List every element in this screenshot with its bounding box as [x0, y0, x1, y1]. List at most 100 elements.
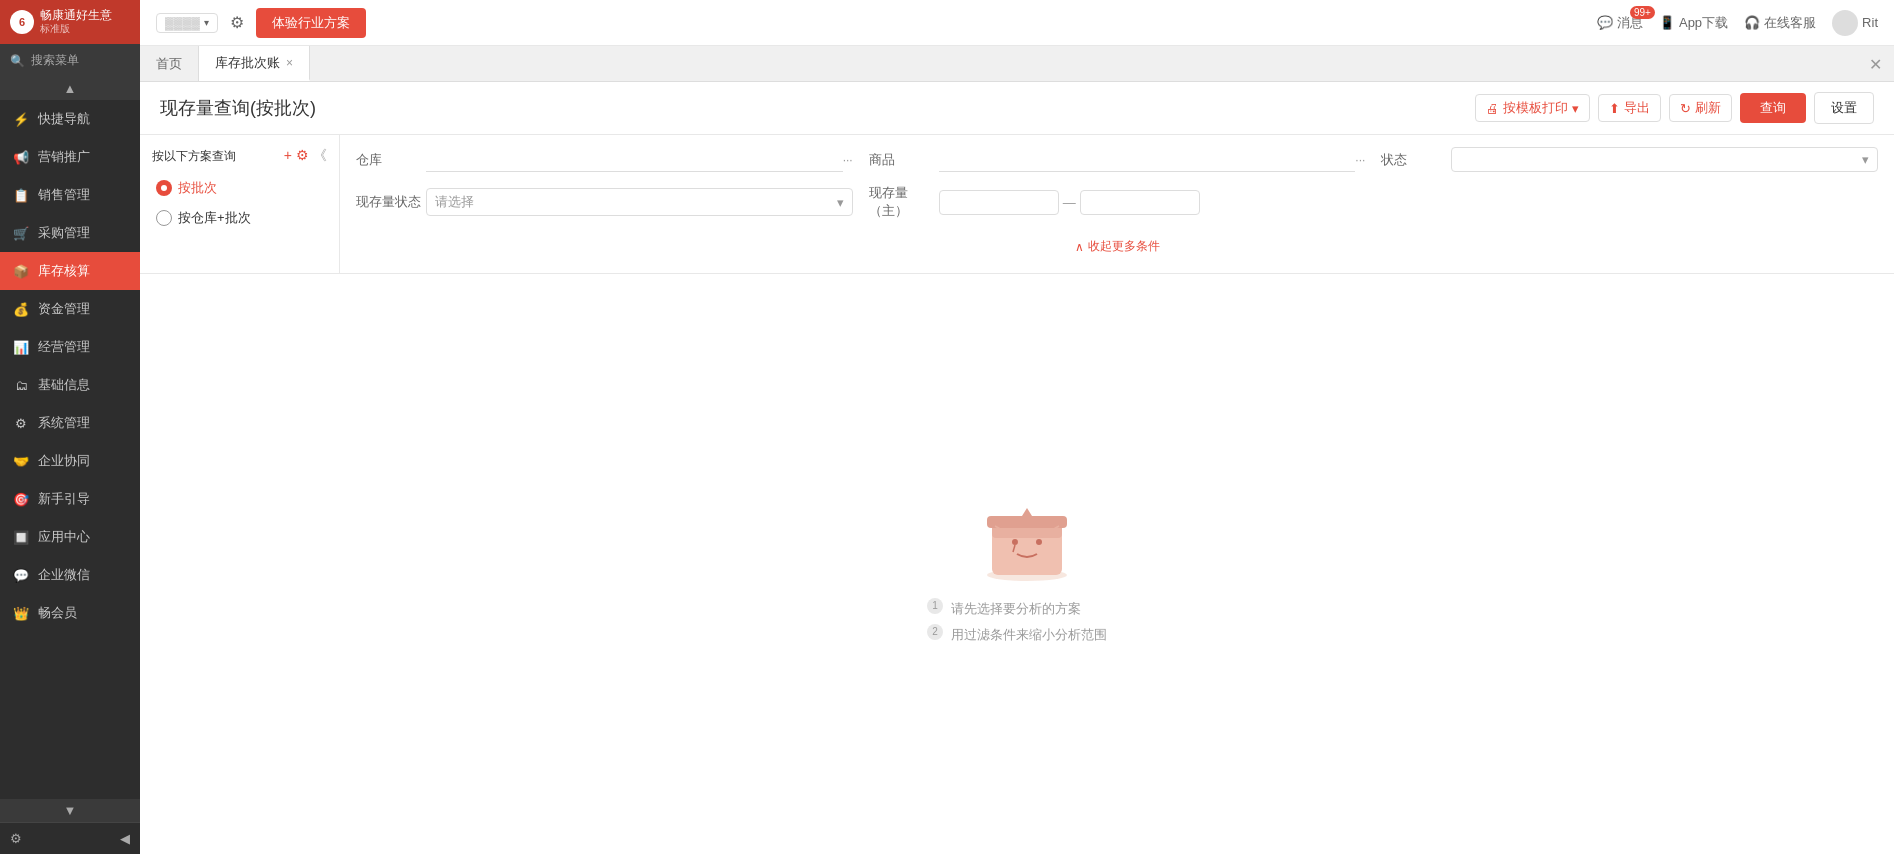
sidebar-logo: 6 [10, 10, 34, 34]
enterprise-collab-icon: 🤝 [12, 452, 30, 470]
settings-scheme-icon[interactable]: ⚙ [296, 147, 309, 165]
sidebar-footer: ⚙ ◀ [0, 822, 140, 854]
sidebar-item-label: 快捷导航 [38, 110, 90, 128]
trial-btn[interactable]: 体验行业方案 [256, 8, 366, 38]
scheme-by-batch[interactable]: 按批次 [152, 173, 327, 203]
query-btn[interactable]: 查询 [1740, 93, 1806, 123]
print-template-btn[interactable]: 🖨 按模板打印 ▾ [1475, 94, 1590, 122]
chevron-down-icon: ▾ [204, 17, 209, 28]
inventory-status-select[interactable]: 请选择 ▾ [426, 188, 853, 216]
topbar-left: ▓▓▓▓ ▾ ⚙ 体验行业方案 [156, 8, 366, 38]
scheme-panel: 按以下方案查询 + ⚙ 《 按批次 按仓库+批次 [140, 135, 340, 273]
svg-point-4 [1012, 539, 1018, 545]
search-menu[interactable]: 🔍 搜索菜单 [0, 44, 140, 77]
scroll-up-button[interactable]: ▲ [0, 77, 140, 100]
search-icon: 🔍 [10, 54, 25, 68]
system-icon: ⚙ [12, 414, 30, 432]
inventory-status-label: 现存量状态 [356, 193, 426, 211]
app-center-icon: 🔲 [12, 528, 30, 546]
message-badge[interactable]: 💬 消息 99+ [1597, 14, 1643, 32]
product-field: 商品 ··· [869, 148, 1366, 172]
collapse-scheme-btn[interactable]: 《 [313, 147, 327, 165]
sidebar-item-quick-nav[interactable]: ⚡ 快捷导航 [0, 100, 140, 138]
topbar: ▓▓▓▓ ▾ ⚙ 体验行业方案 💬 消息 99+ 📱 App下载 🎧 在线客服 [140, 0, 1894, 46]
warehouse-more-icon[interactable]: ··· [843, 153, 853, 167]
scheme-by-warehouse-batch[interactable]: 按仓库+批次 [152, 203, 327, 233]
sidebar-item-label: 系统管理 [38, 414, 90, 432]
status-label: 状态 [1381, 151, 1451, 169]
product-input[interactable] [939, 148, 1356, 172]
chevron-down-icon: ▾ [1572, 101, 1579, 116]
topbar-gear-icon[interactable]: ⚙ [230, 13, 244, 32]
warehouse-field: 仓库 ··· [356, 148, 853, 172]
app-download-btn[interactable]: 📱 App下载 [1659, 14, 1728, 32]
warehouse-input[interactable] [426, 148, 843, 172]
company-select[interactable]: ▓▓▓▓ ▾ [156, 13, 218, 33]
sidebar-item-sales[interactable]: 📋 销售管理 [0, 176, 140, 214]
sidebar-item-purchase[interactable]: 🛒 采购管理 [0, 214, 140, 252]
search-label: 搜索菜单 [31, 52, 79, 69]
export-btn[interactable]: ⬆ 导出 [1598, 94, 1661, 122]
quantity-label: 现存量（主） [869, 184, 939, 220]
scroll-down-button[interactable]: ▼ [0, 799, 140, 822]
user-area[interactable]: Rit [1832, 10, 1878, 36]
status-select[interactable]: ▾ [1451, 147, 1878, 172]
sidebar-item-newbie[interactable]: 🎯 新手引导 [0, 480, 140, 518]
sidebar-item-label: 应用中心 [38, 528, 90, 546]
sidebar-item-enterprise-collab[interactable]: 🤝 企业协同 [0, 442, 140, 480]
sidebar-item-marketing[interactable]: 📢 营销推广 [0, 138, 140, 176]
sidebar-item-label: 采购管理 [38, 224, 90, 242]
add-scheme-icon[interactable]: + [284, 147, 292, 165]
basic-info-icon: 🗂 [12, 376, 30, 394]
sidebar-item-operations[interactable]: 📊 经营管理 [0, 328, 140, 366]
sidebar-item-label: 销售管理 [38, 186, 90, 204]
chevron-down-icon: ▾ [1862, 152, 1869, 167]
product-more-icon[interactable]: ··· [1355, 153, 1365, 167]
operations-icon: 📊 [12, 338, 30, 356]
sidebar-item-label: 新手引导 [38, 490, 90, 508]
tab-close-icon[interactable]: × [286, 56, 293, 70]
sidebar-item-label: 畅会员 [38, 604, 77, 622]
settings-btn[interactable]: 设置 [1814, 92, 1874, 124]
footer-settings-icon[interactable]: ⚙ [10, 831, 22, 846]
main-area: ▓▓▓▓ ▾ ⚙ 体验行业方案 💬 消息 99+ 📱 App下载 🎧 在线客服 [140, 0, 1894, 854]
tab-inventory-batch[interactable]: 库存批次账 × [199, 46, 310, 81]
collapse-more-btn[interactable]: ∧ 收起更多条件 [356, 232, 1878, 261]
panel-close-icon[interactable]: ✕ [1869, 54, 1882, 73]
avatar [1832, 10, 1858, 36]
message-icon: 💬 [1597, 15, 1613, 30]
scheme-title: 按以下方案查询 + ⚙ 《 [152, 147, 327, 165]
quantity-from-input[interactable] [939, 190, 1059, 215]
sidebar-item-system[interactable]: ⚙ 系统管理 [0, 404, 140, 442]
online-service-btn[interactable]: 🎧 在线客服 [1744, 14, 1816, 32]
tab-home[interactable]: 首页 [140, 46, 199, 81]
sidebar-item-enterprise-wechat[interactable]: 💬 企业微信 [0, 556, 140, 594]
hint-num-2: 2 [927, 624, 943, 640]
filter-row-1: 仓库 ··· 商品 ··· 状态 ▾ [356, 147, 1878, 172]
empty-state: 1 请先选择要分析的方案 2 用过滤条件来缩小分析范围 [140, 274, 1894, 854]
footer-collapse-icon[interactable]: ◀ [120, 831, 130, 846]
export-label: 导出 [1624, 99, 1650, 117]
sidebar-item-label: 经营管理 [38, 338, 90, 356]
tab-home-label: 首页 [156, 55, 182, 73]
sidebar-item-basic-info[interactable]: 🗂 基础信息 [0, 366, 140, 404]
quantity-to-input[interactable] [1080, 190, 1200, 215]
sidebar: 6 畅康通好生意 标准版 🔍 搜索菜单 ▲ ⚡ 快捷导航 📢 营销推广 📋 销售… [0, 0, 140, 854]
sidebar-item-label: 营销推广 [38, 148, 90, 166]
quantity-field: 现存量（主） — [869, 184, 1366, 220]
version-label: 标准版 [40, 22, 112, 36]
sidebar-item-app-center[interactable]: 🔲 应用中心 [0, 518, 140, 556]
page-header: 现存量查询(按批次) 🖨 按模板打印 ▾ ⬆ 导出 ↻ 刷新 查询 设置 [140, 82, 1894, 135]
sidebar-item-label: 资金管理 [38, 300, 90, 318]
status-field: 状态 ▾ [1381, 147, 1878, 172]
sidebar-item-finance[interactable]: 💰 资金管理 [0, 290, 140, 328]
page-title: 现存量查询(按批次) [160, 96, 316, 120]
sidebar-item-label: 库存核算 [38, 262, 90, 280]
inventory-status-field: 现存量状态 请选择 ▾ [356, 188, 853, 216]
refresh-btn[interactable]: ↻ 刷新 [1669, 94, 1732, 122]
sidebar-item-inventory[interactable]: 📦 库存核算 [0, 252, 140, 290]
purchase-icon: 🛒 [12, 224, 30, 242]
enterprise-wechat-icon: 💬 [12, 566, 30, 584]
sidebar-item-vip[interactable]: 👑 畅会员 [0, 594, 140, 632]
warehouse-label: 仓库 [356, 151, 426, 169]
